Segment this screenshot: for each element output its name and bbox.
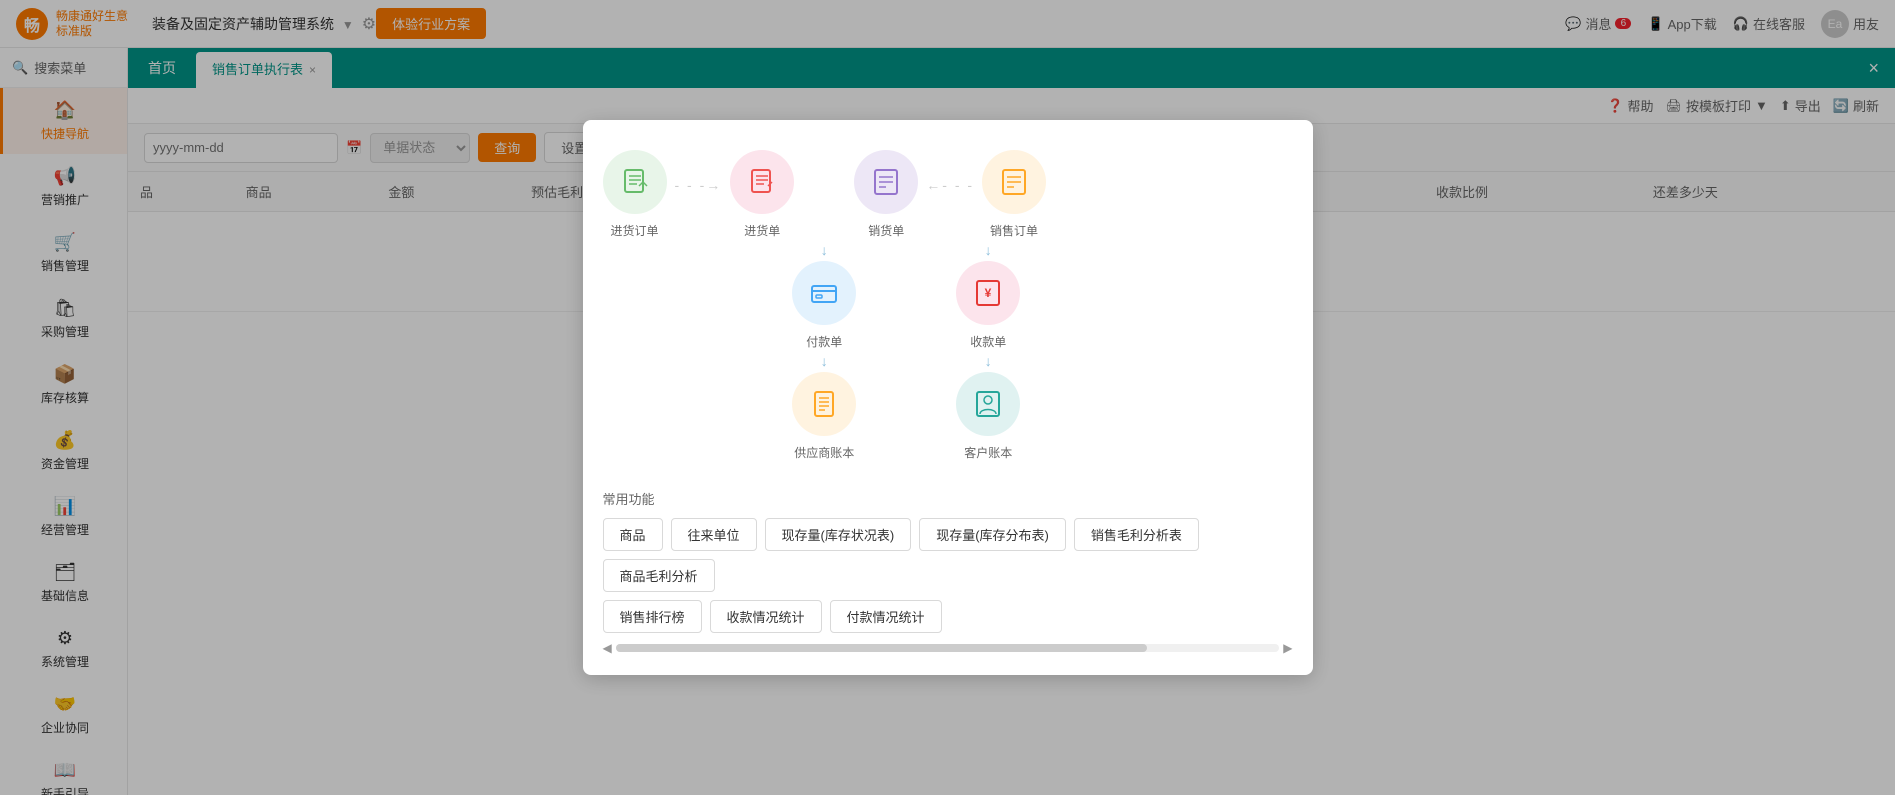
sales-order-circle [982, 150, 1046, 214]
payment-bill-circle [792, 261, 856, 325]
func-btn-receipt-stats[interactable]: 收款情况统计 [710, 600, 822, 633]
sales-bill-label: 销货单 [868, 222, 904, 239]
sales-order-label: 销售订单 [990, 222, 1038, 239]
top-flow-row: 进货订单 - - -→ [603, 150, 1047, 239]
sales-order-node[interactable]: 销售订单 [982, 150, 1046, 239]
arrow-pb-to-pay: ↓ [821, 239, 828, 261]
scroll-right-arrow[interactable]: ▶ [1283, 641, 1292, 655]
supplier-ledger-circle [792, 372, 856, 436]
func-btn-sales-profit[interactable]: 销售毛利分析表 [1074, 518, 1199, 551]
payment-bill-label: 付款单 [806, 333, 842, 350]
func-btn-product-profit[interactable]: 商品毛利分析 [603, 559, 715, 592]
purchase-bill-circle [730, 150, 794, 214]
sales-bill-circle [854, 150, 918, 214]
quick-nav-modal: 进货订单 - - -→ [583, 120, 1313, 675]
func-btn-partner[interactable]: 往来单位 [671, 518, 757, 551]
purchase-bill-label: 进货单 [744, 222, 780, 239]
customer-ledger-node[interactable]: 客户账本 [956, 372, 1020, 461]
receipt-bill-node[interactable]: ¥ 收款单 [956, 261, 1020, 350]
receipt-bill-circle: ¥ [956, 261, 1020, 325]
scroll-left-arrow[interactable]: ◀ [603, 641, 612, 655]
func-btn-payment-stats[interactable]: 付款情况统计 [830, 600, 942, 633]
common-functions: 常用功能 商品 往来单位 现存量(库存状况表) 现存量(库存分布表) 销售毛利分… [603, 489, 1293, 633]
arrow-po-to-pb: - - -→ [667, 177, 731, 193]
scrollbar-thumb [616, 644, 1147, 652]
func-btns-row1: 商品 往来单位 现存量(库存状况表) 现存量(库存分布表) 销售毛利分析表 商品… [603, 518, 1293, 592]
arrow-rec-to-customer: ↓ [985, 350, 992, 372]
sales-bill-node[interactable]: 销货单 [854, 150, 918, 239]
modal-body: 进货订单 - - -→ [583, 120, 1313, 675]
common-functions-title: 常用功能 [603, 489, 1293, 508]
purchase-order-node[interactable]: 进货订单 [603, 150, 667, 239]
func-btn-stock-status[interactable]: 现存量(库存状况表) [765, 518, 912, 551]
modal-scrollbar[interactable] [616, 644, 1280, 652]
modal-scrollbar-row: ◀ ▶ [603, 641, 1293, 655]
func-btn-sales-ranking[interactable]: 销售排行榜 [603, 600, 702, 633]
func-btn-product[interactable]: 商品 [603, 518, 663, 551]
purchase-bill-node[interactable]: 进货单 [730, 150, 794, 239]
purchase-order-circle [603, 150, 667, 214]
supplier-ledger-label: 供应商账本 [794, 444, 854, 461]
func-btn-stock-dist[interactable]: 现存量(库存分布表) [919, 518, 1066, 551]
left-flow-group: 进货订单 - - -→ [603, 150, 1047, 461]
supplier-ledger-node[interactable]: 供应商账本 [792, 372, 856, 461]
customer-ledger-circle [956, 372, 1020, 436]
payment-bill-node[interactable]: 付款单 [792, 261, 856, 350]
receipt-bill-label: 收款单 [970, 333, 1006, 350]
func-btns-row2: 销售排行榜 收款情况统计 付款情况统计 [603, 600, 1293, 633]
arrow-so-to-sb: ←- - - [918, 177, 982, 193]
modal-overlay: 进货订单 - - -→ [0, 0, 1895, 795]
arrow-pay-to-supplier: ↓ [821, 350, 828, 372]
flow-diagram: 进货订单 - - -→ [603, 140, 1293, 481]
arrow-sb-to-rec: ↓ [985, 239, 992, 261]
purchase-order-label: 进货订单 [610, 222, 658, 239]
customer-ledger-label: 客户账本 [964, 444, 1012, 461]
svg-text:¥: ¥ [985, 286, 992, 300]
